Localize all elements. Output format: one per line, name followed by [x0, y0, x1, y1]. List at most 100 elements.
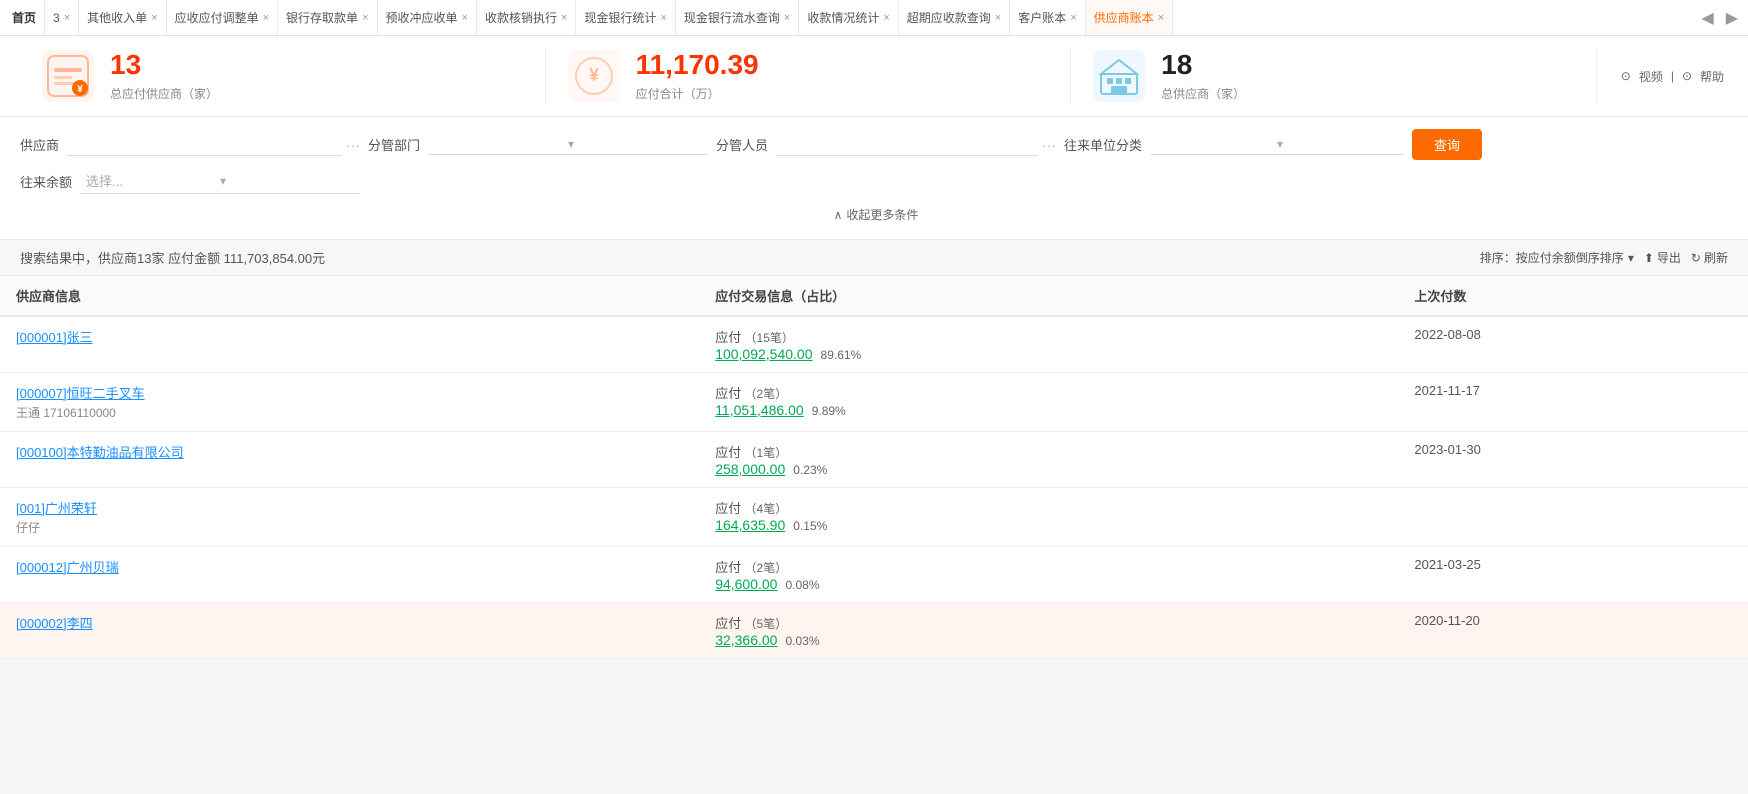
balance-select[interactable]: 选择... ▾ — [80, 168, 360, 194]
close-icon[interactable]: × — [151, 12, 157, 24]
nav-prev-arrow[interactable]: ◀ — [1695, 8, 1719, 28]
nav-home[interactable]: 首页 — [4, 0, 45, 36]
close-icon[interactable]: × — [660, 12, 666, 24]
tx-amount[interactable]: 32,366.00 — [715, 632, 777, 648]
tx-amount[interactable]: 100,092,540.00 — [715, 346, 812, 362]
tx-info-cell: 应付 （5笔）32,366.000.03% — [699, 603, 1398, 659]
supplier-link[interactable]: [000002]李四 — [16, 616, 93, 631]
last-payment-cell: 2020-11-20 — [1398, 603, 1748, 659]
nav-bank-withdraw[interactable]: 银行存取款单 × — [278, 0, 377, 36]
tx-label-count: 应付 （4笔） — [715, 498, 1382, 517]
supplier-sub-info: 王通 17106110000 — [16, 404, 683, 421]
balance-filter-label: 往来余额 — [20, 172, 72, 191]
close-icon[interactable]: × — [462, 12, 468, 24]
tx-label-count: 应付 （2笔） — [715, 383, 1382, 402]
category-select[interactable]: ▾ — [1150, 134, 1404, 155]
tx-amount[interactable]: 11,051,486.00 — [715, 402, 804, 418]
supplier-input[interactable] — [67, 134, 342, 156]
tx-info-cell: 应付 （4笔）164,635.900.15% — [699, 488, 1398, 547]
tx-label: 应付 — [715, 445, 741, 460]
close-icon[interactable]: × — [1158, 12, 1164, 24]
nav-ar-ap-adjust[interactable]: 应收应付调整单 × — [167, 0, 278, 36]
total-payable-icon: ¥ — [566, 48, 622, 104]
nav-supplier-ledger[interactable]: 供应商账本 × — [1086, 0, 1173, 36]
video-icon: ⊙ — [1621, 69, 1631, 83]
top-right-links: ⊙ 视频 | ⊙ 帮助 — [1597, 68, 1728, 85]
supplier-info-cell: [000001]张三 — [0, 316, 699, 373]
sort-select[interactable]: 排序：按应付余额倒序排序 ▾ — [1480, 249, 1634, 266]
export-icon: ⬆ — [1644, 251, 1654, 265]
export-label: 导出 — [1657, 249, 1681, 266]
tx-amount[interactable]: 258,000.00 — [715, 461, 785, 477]
help-link[interactable]: 帮助 — [1700, 68, 1724, 85]
total-payable-info: 11,170.39 应付合计（万） — [636, 50, 759, 102]
nav-tab-3[interactable]: 3 × — [45, 0, 79, 36]
nav-payment-stats[interactable]: 收款情况统计 × — [799, 0, 898, 36]
nav-payment-exec[interactable]: 收款核销执行 × — [477, 0, 576, 36]
tx-pct: 0.08% — [785, 578, 819, 592]
video-link[interactable]: 视频 — [1639, 68, 1663, 85]
tx-amount[interactable]: 94,600.00 — [715, 576, 777, 592]
tx-info-cell: 应付 （15笔）100,092,540.0089.61% — [699, 316, 1398, 373]
top-navigation: 首页 3 × 其他收入单 × 应收应付调整单 × 银行存取款单 × 预收冲应收单… — [0, 0, 1748, 36]
supplier-link[interactable]: [001]广州荣轩 — [16, 501, 97, 516]
payable-suppliers-info: 13 总应付供应商（家） — [110, 50, 218, 102]
balance-select-placeholder: 选择... — [86, 171, 220, 190]
supplier-info-cell: [000100]本特勤油品有限公司 — [0, 432, 699, 488]
tx-pct: 0.23% — [793, 463, 827, 477]
nav-other-income[interactable]: 其他收入单 × — [79, 0, 166, 36]
supplier-link[interactable]: [000100]本特勤油品有限公司 — [16, 445, 184, 460]
supplier-link[interactable]: [000001]张三 — [16, 330, 93, 345]
collapse-filter-button[interactable]: ∧ 收起更多条件 — [20, 202, 1728, 231]
nav-cash-bank-stats[interactable]: 现金银行统计 × — [576, 0, 675, 36]
sort-arrow-icon: ▾ — [1628, 251, 1634, 265]
category-filter: 往来单位分类 ▾ — [1064, 134, 1404, 155]
export-button[interactable]: ⬆ 导出 — [1644, 249, 1681, 266]
person-dots[interactable]: ··· — [1042, 137, 1056, 153]
person-input[interactable] — [776, 134, 1038, 156]
nav-overdue-query[interactable]: 超期应收款查询 × — [899, 0, 1010, 36]
close-icon[interactable]: × — [263, 12, 269, 24]
tx-count: （4笔） — [741, 502, 787, 516]
close-icon[interactable]: × — [1070, 12, 1076, 24]
query-button[interactable]: 查询 — [1412, 129, 1482, 160]
close-icon[interactable]: × — [64, 12, 70, 24]
tx-label: 应付 — [715, 560, 741, 575]
tx-label-count: 应付 （15笔） — [715, 327, 1382, 346]
tx-amount[interactable]: 164,635.90 — [715, 517, 785, 533]
close-icon[interactable]: × — [362, 12, 368, 24]
dept-select[interactable]: ▾ — [428, 134, 708, 155]
nav-cash-bank-flow[interactable]: 现金银行流水查询 × — [676, 0, 799, 36]
tx-amount-row: 258,000.00 0.23% — [715, 461, 1382, 477]
supplier-link[interactable]: [000012]广州贝瑞 — [16, 560, 119, 575]
nav-next-arrow[interactable]: ▶ — [1720, 8, 1744, 28]
table-row: [000012]广州贝瑞应付 （2笔）94,600.000.08%2021-03… — [0, 547, 1748, 603]
nav-customer-ledger[interactable]: 客户账本 × — [1010, 0, 1085, 36]
summary-card-total-suppliers: 18 总供应商（家） — [1071, 48, 1597, 104]
category-dropdown-arrow: ▾ — [1277, 137, 1398, 151]
close-icon[interactable]: × — [883, 12, 889, 24]
tx-label-count: 应付 （2笔） — [715, 557, 1382, 576]
nav-prepay-offset[interactable]: 预收冲应收单 × — [378, 0, 477, 36]
refresh-button[interactable]: ↻ 刷新 — [1691, 249, 1728, 266]
result-summary-text: 搜索结果中，供应商13家 应付金额 111,703,854.00元 — [20, 248, 325, 267]
supplier-filter-label: 供应商 — [20, 135, 59, 154]
data-table-wrap: 供应商信息 应付交易信息（占比） 上次付数 [000001]张三应付 （15笔）… — [0, 276, 1748, 659]
col-header-supplier: 供应商信息 — [0, 276, 699, 316]
dept-dropdown-arrow: ▾ — [568, 137, 702, 151]
supplier-dots[interactable]: ··· — [346, 137, 360, 153]
table-row: [000007]恒旺二手叉车王通 17106110000 应付 （2笔）11,05… — [0, 373, 1748, 432]
category-filter-label: 往来单位分类 — [1064, 135, 1142, 154]
supplier-link[interactable]: [000007]恒旺二手叉车 — [16, 386, 145, 401]
table-row: [000001]张三应付 （15笔）100,092,540.0089.61%20… — [0, 316, 1748, 373]
supplier-sub-info: 仔仔 — [16, 519, 683, 536]
last-payment-date: 2020-11-20 — [1414, 613, 1480, 628]
close-icon[interactable]: × — [784, 12, 790, 24]
tx-count: （1笔） — [741, 446, 787, 460]
close-icon[interactable]: × — [561, 12, 567, 24]
col-header-tx: 应付交易信息（占比） — [699, 276, 1398, 316]
tx-info-cell: 应付 （2笔）11,051,486.009.89% — [699, 373, 1398, 432]
sort-label: 排序：按应付余额倒序排序 — [1480, 249, 1624, 266]
close-icon[interactable]: × — [995, 12, 1001, 24]
last-payment-cell: 2023-01-30 — [1398, 432, 1748, 488]
